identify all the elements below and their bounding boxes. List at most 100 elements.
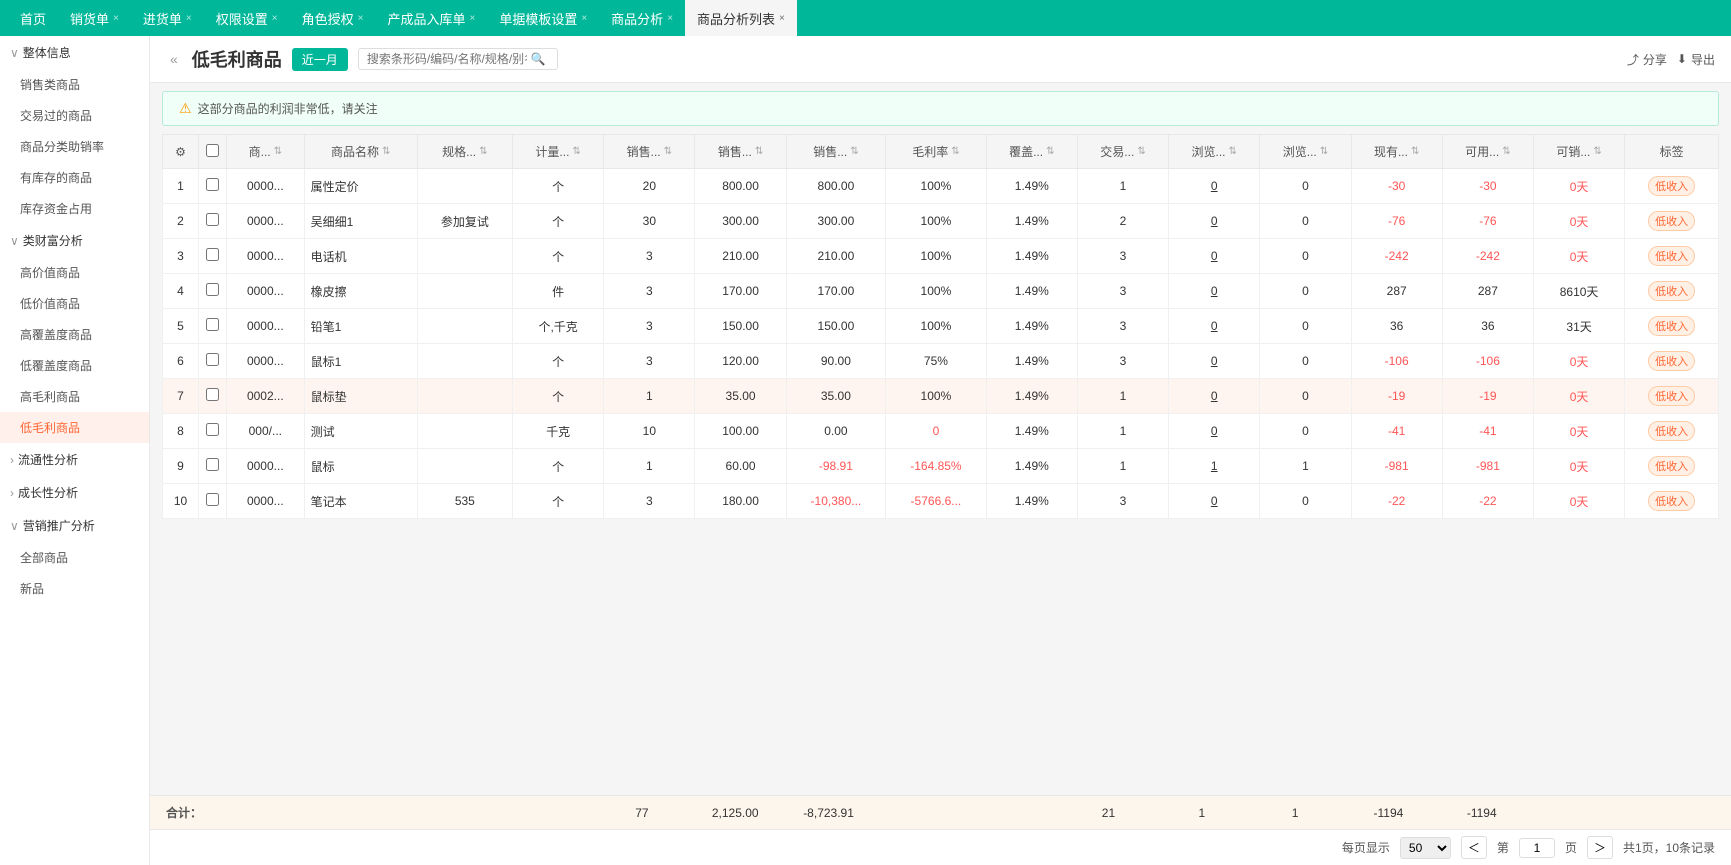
sidebar-group-marketing[interactable]: ∨ 营销推广分析 (0, 509, 149, 542)
row-select-checkbox[interactable] (206, 353, 219, 366)
header-actions: ⤴ 分享 ⬇ 导出 (1627, 51, 1715, 68)
sidebar-item-low-margin[interactable]: 低毛利商品 (0, 412, 149, 443)
row-available: -30 (1442, 169, 1533, 204)
row-checkbox[interactable] (199, 344, 227, 379)
row-views1: 0 (1169, 204, 1260, 239)
search-input[interactable] (367, 52, 527, 66)
col-sellable: 可销...⇅ (1533, 135, 1624, 169)
sidebar-item-high-margin[interactable]: 高毛利商品 (0, 381, 149, 412)
tag-badge: 低收入 (1648, 421, 1695, 441)
sidebar-item-low-value[interactable]: 低价值商品 (0, 288, 149, 319)
col-current-stock: 现有...⇅ (1351, 135, 1442, 169)
next-page-button[interactable]: ＞ (1587, 836, 1613, 859)
sidebar-item-all-products[interactable]: 全部商品 (0, 542, 149, 573)
close-icon[interactable]: × (667, 13, 673, 24)
close-icon[interactable]: × (779, 13, 785, 24)
row-views2: 0 (1260, 414, 1351, 449)
warning-text: 这部分商品的利润非常低，请关注 (198, 100, 378, 117)
nav-role-auth[interactable]: 角色授权 × (290, 0, 376, 36)
sidebar-group-overview[interactable]: ∨ 整体信息 (0, 36, 149, 69)
close-icon[interactable]: × (113, 13, 119, 24)
row-checkbox[interactable] (199, 239, 227, 274)
row-select-checkbox[interactable] (206, 388, 219, 401)
sidebar-item-new-products[interactable]: 新品 (0, 573, 149, 604)
row-name: 橡皮擦 (304, 274, 417, 309)
pagination-bar: 每页显示 50 100 200 ＜ 第 页 ＞ 共1页，10条记录 (150, 829, 1731, 865)
row-sales-qty: 30 (604, 204, 695, 239)
page-number-input[interactable] (1519, 838, 1555, 858)
row-select-checkbox[interactable] (206, 283, 219, 296)
row-select-checkbox[interactable] (206, 458, 219, 471)
row-checkbox[interactable] (199, 169, 227, 204)
nav-sales-order[interactable]: 销货单 × (58, 0, 131, 36)
per-page-select[interactable]: 50 100 200 (1400, 837, 1451, 859)
row-checkbox[interactable] (199, 449, 227, 484)
footer-totals: 合计： 77 2,125.00 -8,723.91 21 1 1 -1194 -… (150, 795, 1731, 829)
row-sales-amount: 800.00 (786, 169, 885, 204)
row-sales-price: 800.00 (695, 169, 786, 204)
row-checkbox[interactable] (199, 379, 227, 414)
nav-home[interactable]: 首页 (8, 0, 58, 36)
row-checkbox[interactable] (199, 414, 227, 449)
sidebar-item-category-sales-rate[interactable]: 商品分类助销率 (0, 131, 149, 162)
row-checkbox[interactable] (199, 484, 227, 519)
sidebar-item-stock-capital[interactable]: 库存资金占用 (0, 193, 149, 224)
row-gross-margin: 100% (886, 169, 987, 204)
sidebar-item-sales-products[interactable]: 销售类商品 (0, 69, 149, 100)
row-checkbox[interactable] (199, 274, 227, 309)
row-select-checkbox[interactable] (206, 248, 219, 261)
nav-product-analysis[interactable]: 商品分析 × (599, 0, 685, 36)
row-transactions: 3 (1077, 239, 1168, 274)
row-checkbox[interactable] (199, 309, 227, 344)
nav-purchase-order[interactable]: 进货单 × (131, 0, 204, 36)
share-button[interactable]: ⤴ 分享 (1627, 51, 1667, 68)
collapse-sidebar-button[interactable]: « (166, 47, 182, 71)
nav-product-warehouse[interactable]: 产成品入库单 × (375, 0, 487, 36)
sidebar-item-traded-products[interactable]: 交易过的商品 (0, 100, 149, 131)
close-icon[interactable]: × (272, 13, 278, 24)
row-spec: 535 (417, 484, 512, 519)
export-button[interactable]: ⬇ 导出 (1677, 51, 1715, 68)
sidebar-item-high-coverage[interactable]: 高覆盖度商品 (0, 319, 149, 350)
prev-page-button[interactable]: ＜ (1461, 836, 1487, 859)
period-button[interactable]: 近一月 (292, 48, 348, 71)
footer-transactions: 21 (1062, 806, 1155, 820)
sidebar-group-wealth-analysis[interactable]: ∨ 类财富分析 (0, 224, 149, 257)
row-select-checkbox[interactable] (206, 493, 219, 506)
row-tag: 低收入 (1625, 414, 1719, 449)
row-select-checkbox[interactable] (206, 318, 219, 331)
row-views1: 1 (1169, 449, 1260, 484)
select-all-checkbox[interactable] (206, 144, 219, 157)
sidebar-item-low-coverage[interactable]: 低覆盖度商品 (0, 350, 149, 381)
col-coverage: 覆盖...⇅ (986, 135, 1077, 169)
nav-product-analysis-list[interactable]: 商品分析列表 × (685, 0, 797, 36)
row-spec: 参加复试 (417, 204, 512, 239)
search-icon[interactable]: 🔍 (531, 52, 546, 66)
row-coverage: 1.49% (986, 484, 1077, 519)
sidebar-item-stock-products[interactable]: 有库存的商品 (0, 162, 149, 193)
close-icon[interactable]: × (358, 13, 364, 24)
table-wrapper[interactable]: ⚙ 商...⇅ 商品名称⇅ 规格...⇅ 计量...⇅ 销售...⇅ 销售...… (162, 134, 1719, 795)
row-spec (417, 414, 512, 449)
sidebar-item-high-value[interactable]: 高价值商品 (0, 257, 149, 288)
row-select-checkbox[interactable] (206, 423, 219, 436)
sidebar-group-liquidity[interactable]: › 流通性分析 (0, 443, 149, 476)
row-sales-amount: 90.00 (786, 344, 885, 379)
row-sales-amount: 150.00 (786, 309, 885, 344)
row-select-checkbox[interactable] (206, 178, 219, 191)
col-settings[interactable]: ⚙ (163, 135, 199, 169)
row-name: 铅笔1 (304, 309, 417, 344)
row-num: 7 (163, 379, 199, 414)
row-available: 287 (1442, 274, 1533, 309)
nav-template-settings[interactable]: 单据模板设置 × (487, 0, 599, 36)
row-select-checkbox[interactable] (206, 213, 219, 226)
sidebar-group-growth[interactable]: › 成长性分析 (0, 476, 149, 509)
row-tag: 低收入 (1625, 379, 1719, 414)
close-icon[interactable]: × (186, 13, 192, 24)
row-current-stock: -19 (1351, 379, 1442, 414)
close-icon[interactable]: × (469, 13, 475, 24)
row-checkbox[interactable] (199, 204, 227, 239)
close-icon[interactable]: × (581, 13, 587, 24)
nav-permission-settings[interactable]: 权限设置 × (204, 0, 290, 36)
row-sales-price: 180.00 (695, 484, 786, 519)
